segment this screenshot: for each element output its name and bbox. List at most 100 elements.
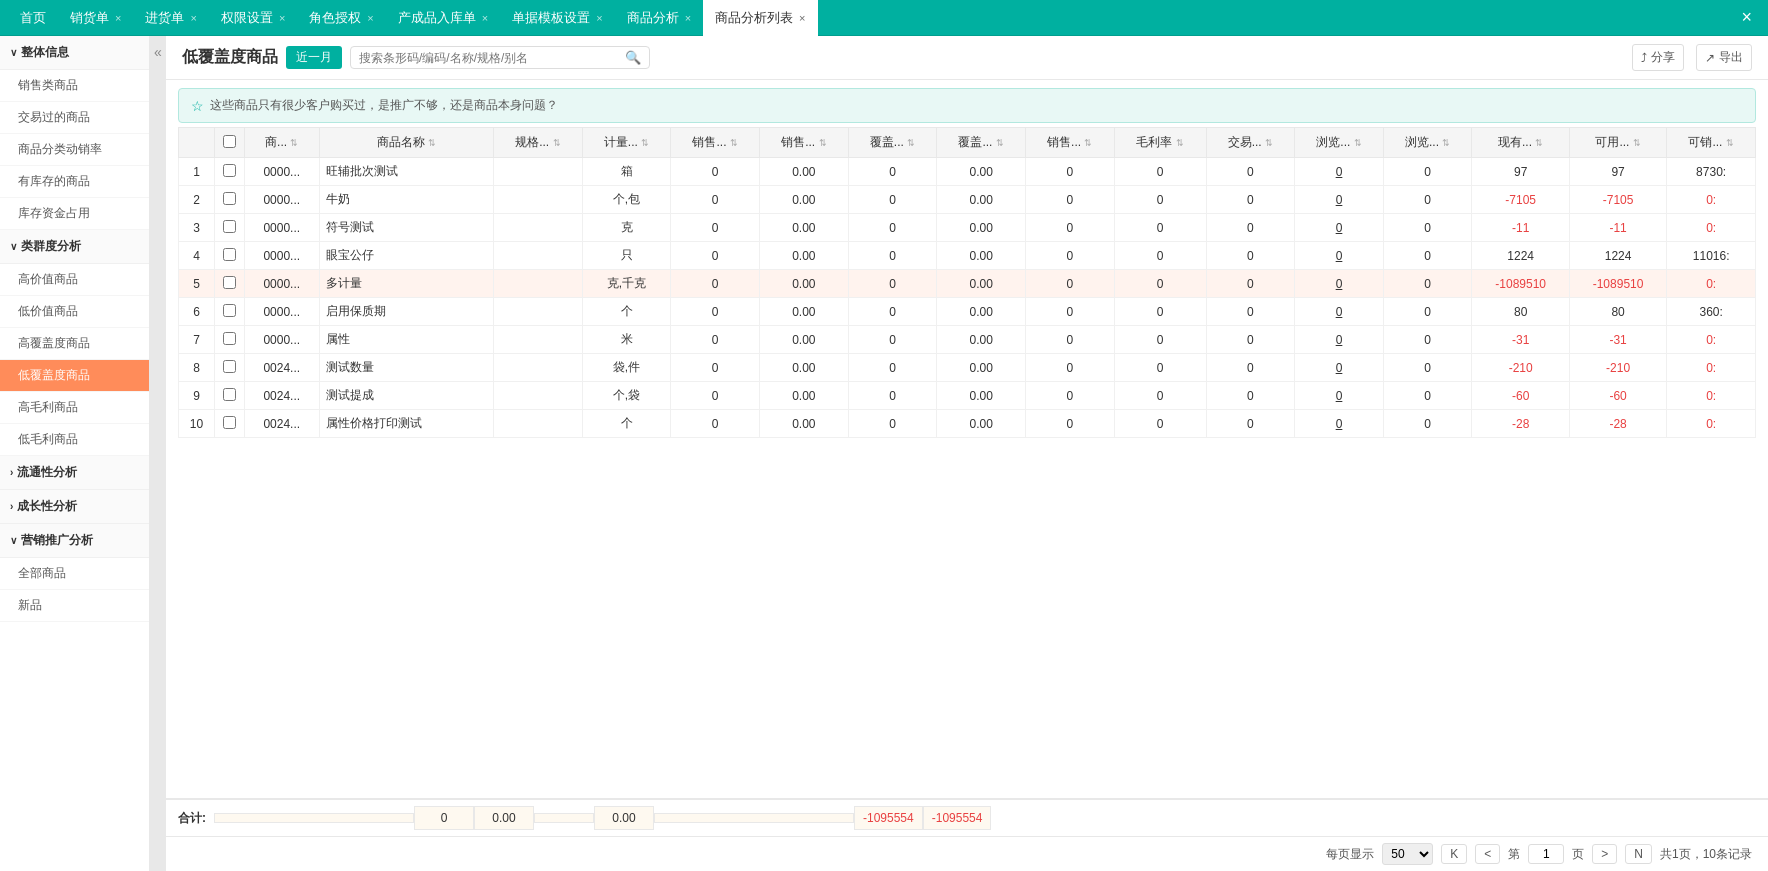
- th-saleable[interactable]: 可销... ⇅: [1667, 128, 1756, 158]
- cell-browse1[interactable]: 0: [1295, 214, 1384, 242]
- cell-check[interactable]: [215, 298, 245, 326]
- close-icon[interactable]: ×: [367, 12, 373, 24]
- row-checkbox[interactable]: [223, 276, 236, 289]
- tab-sales-order[interactable]: 销货单 ×: [58, 0, 133, 36]
- close-icon[interactable]: ×: [279, 12, 285, 24]
- cell-browse1[interactable]: 0: [1295, 326, 1384, 354]
- sidebar-item-high-coverage[interactable]: 高覆盖度商品: [0, 328, 149, 360]
- th-browse2[interactable]: 浏览... ⇅: [1383, 128, 1472, 158]
- sidebar-item-all-goods[interactable]: 全部商品: [0, 558, 149, 590]
- sidebar-item-high-margin[interactable]: 高毛利商品: [0, 392, 149, 424]
- search-input[interactable]: [359, 51, 625, 65]
- cell-check[interactable]: [215, 382, 245, 410]
- share-button[interactable]: ⤴ 分享: [1632, 44, 1684, 71]
- cell-check[interactable]: [215, 158, 245, 186]
- th-spec[interactable]: 规格... ⇅: [494, 128, 583, 158]
- cell-code: 0024...: [245, 354, 320, 382]
- th-browse1[interactable]: 浏览... ⇅: [1295, 128, 1384, 158]
- th-checkbox[interactable]: [215, 128, 245, 158]
- select-all-checkbox[interactable]: [223, 135, 236, 148]
- close-all-tabs-button[interactable]: ×: [1733, 7, 1760, 28]
- sidebar-item-category-sales-rate[interactable]: 商品分类动销率: [0, 134, 149, 166]
- sidebar-section-marketing[interactable]: ∨ 营销推广分析: [0, 524, 149, 558]
- cell-check[interactable]: [215, 214, 245, 242]
- close-icon[interactable]: ×: [482, 12, 488, 24]
- cell-browse1[interactable]: 0: [1295, 298, 1384, 326]
- next-page-button[interactable]: >: [1592, 844, 1617, 864]
- first-page-button[interactable]: K: [1441, 844, 1467, 864]
- tab-product-analysis-list[interactable]: 商品分析列表 ×: [703, 0, 817, 36]
- th-sku-code[interactable]: 商... ⇅: [245, 128, 320, 158]
- cell-browse1[interactable]: 0: [1295, 242, 1384, 270]
- row-checkbox[interactable]: [223, 192, 236, 205]
- sidebar-item-inventory-funds[interactable]: 库存资金占用: [0, 198, 149, 230]
- cell-check[interactable]: [215, 186, 245, 214]
- cell-browse1[interactable]: 0: [1295, 270, 1384, 298]
- sidebar-section-growth[interactable]: › 成长性分析: [0, 490, 149, 524]
- close-icon[interactable]: ×: [115, 12, 121, 24]
- close-icon[interactable]: ×: [799, 12, 805, 24]
- row-checkbox[interactable]: [223, 248, 236, 261]
- row-checkbox[interactable]: [223, 416, 236, 429]
- cell-check[interactable]: [215, 410, 245, 438]
- th-transaction[interactable]: 交易... ⇅: [1206, 128, 1295, 158]
- sidebar-item-sales-goods[interactable]: 销售类商品: [0, 70, 149, 102]
- sidebar-item-new-goods[interactable]: 新品: [0, 590, 149, 622]
- tab-product-warehouse[interactable]: 产成品入库单 ×: [386, 0, 500, 36]
- tab-purchase-order[interactable]: 进货单 ×: [133, 0, 208, 36]
- th-sales-amt[interactable]: 销售... ⇅: [760, 128, 849, 158]
- th-sales3[interactable]: 销售... ⇅: [1025, 128, 1114, 158]
- th-cover2[interactable]: 覆盖... ⇅: [937, 128, 1026, 158]
- close-icon[interactable]: ×: [596, 12, 602, 24]
- th-current-stock[interactable]: 现有... ⇅: [1472, 128, 1569, 158]
- cell-check[interactable]: [215, 354, 245, 382]
- last-page-button[interactable]: N: [1625, 844, 1652, 864]
- sidebar-item-low-value[interactable]: 低价值商品: [0, 296, 149, 328]
- close-icon[interactable]: ×: [685, 12, 691, 24]
- sidebar-item-low-margin[interactable]: 低毛利商品: [0, 424, 149, 456]
- per-page-select[interactable]: 2050100200: [1382, 843, 1433, 865]
- cell-check[interactable]: [215, 242, 245, 270]
- th-available-stock[interactable]: 可用... ⇅: [1569, 128, 1666, 158]
- close-icon[interactable]: ×: [190, 12, 196, 24]
- th-gross-margin[interactable]: 毛利率 ⇅: [1114, 128, 1206, 158]
- tab-role-auth[interactable]: 角色授权 ×: [297, 0, 385, 36]
- sidebar-item-low-coverage[interactable]: 低覆盖度商品: [0, 360, 149, 392]
- row-checkbox[interactable]: [223, 388, 236, 401]
- cell-browse1[interactable]: 0: [1295, 354, 1384, 382]
- cell-code: 0000...: [245, 186, 320, 214]
- row-checkbox[interactable]: [223, 220, 236, 233]
- cell-browse1[interactable]: 0: [1295, 410, 1384, 438]
- row-checkbox[interactable]: [223, 164, 236, 177]
- period-button[interactable]: 近一月: [286, 46, 342, 69]
- tab-home[interactable]: 首页: [8, 0, 58, 36]
- tab-product-analysis[interactable]: 商品分析 ×: [615, 0, 703, 36]
- cell-code: 0000...: [245, 242, 320, 270]
- row-checkbox[interactable]: [223, 332, 236, 345]
- cell-browse1[interactable]: 0: [1295, 382, 1384, 410]
- row-checkbox[interactable]: [223, 360, 236, 373]
- tab-template-settings[interactable]: 单据模板设置 ×: [500, 0, 614, 36]
- sidebar-section-cluster[interactable]: ∨ 类群度分析: [0, 230, 149, 264]
- export-button[interactable]: ↗ 导出: [1696, 44, 1752, 71]
- share-icon: ⤴: [1641, 51, 1647, 65]
- th-name[interactable]: 商品名称 ⇅: [319, 128, 494, 158]
- page-input[interactable]: [1528, 844, 1564, 864]
- sidebar-collapse-button[interactable]: «: [150, 36, 166, 871]
- tab-permission-settings[interactable]: 权限设置 ×: [209, 0, 297, 36]
- cell-browse1[interactable]: 0: [1295, 158, 1384, 186]
- cell-check[interactable]: [215, 326, 245, 354]
- row-checkbox[interactable]: [223, 304, 236, 317]
- th-unit[interactable]: 计量... ⇅: [582, 128, 671, 158]
- sidebar-item-high-value[interactable]: 高价值商品: [0, 264, 149, 296]
- table-container[interactable]: 商... ⇅ 商品名称 ⇅ 规格... ⇅ 计量...: [166, 127, 1768, 798]
- th-cover1[interactable]: 覆盖... ⇅: [848, 128, 937, 158]
- sidebar-section-liquidity[interactable]: › 流通性分析: [0, 456, 149, 490]
- th-sales-qty[interactable]: 销售... ⇅: [671, 128, 760, 158]
- cell-browse1[interactable]: 0: [1295, 186, 1384, 214]
- sidebar-item-stocked-goods[interactable]: 有库存的商品: [0, 166, 149, 198]
- sidebar-item-traded-goods[interactable]: 交易过的商品: [0, 102, 149, 134]
- sidebar-section-overall[interactable]: ∨ 整体信息: [0, 36, 149, 70]
- prev-page-button[interactable]: <: [1475, 844, 1500, 864]
- cell-check[interactable]: [215, 270, 245, 298]
